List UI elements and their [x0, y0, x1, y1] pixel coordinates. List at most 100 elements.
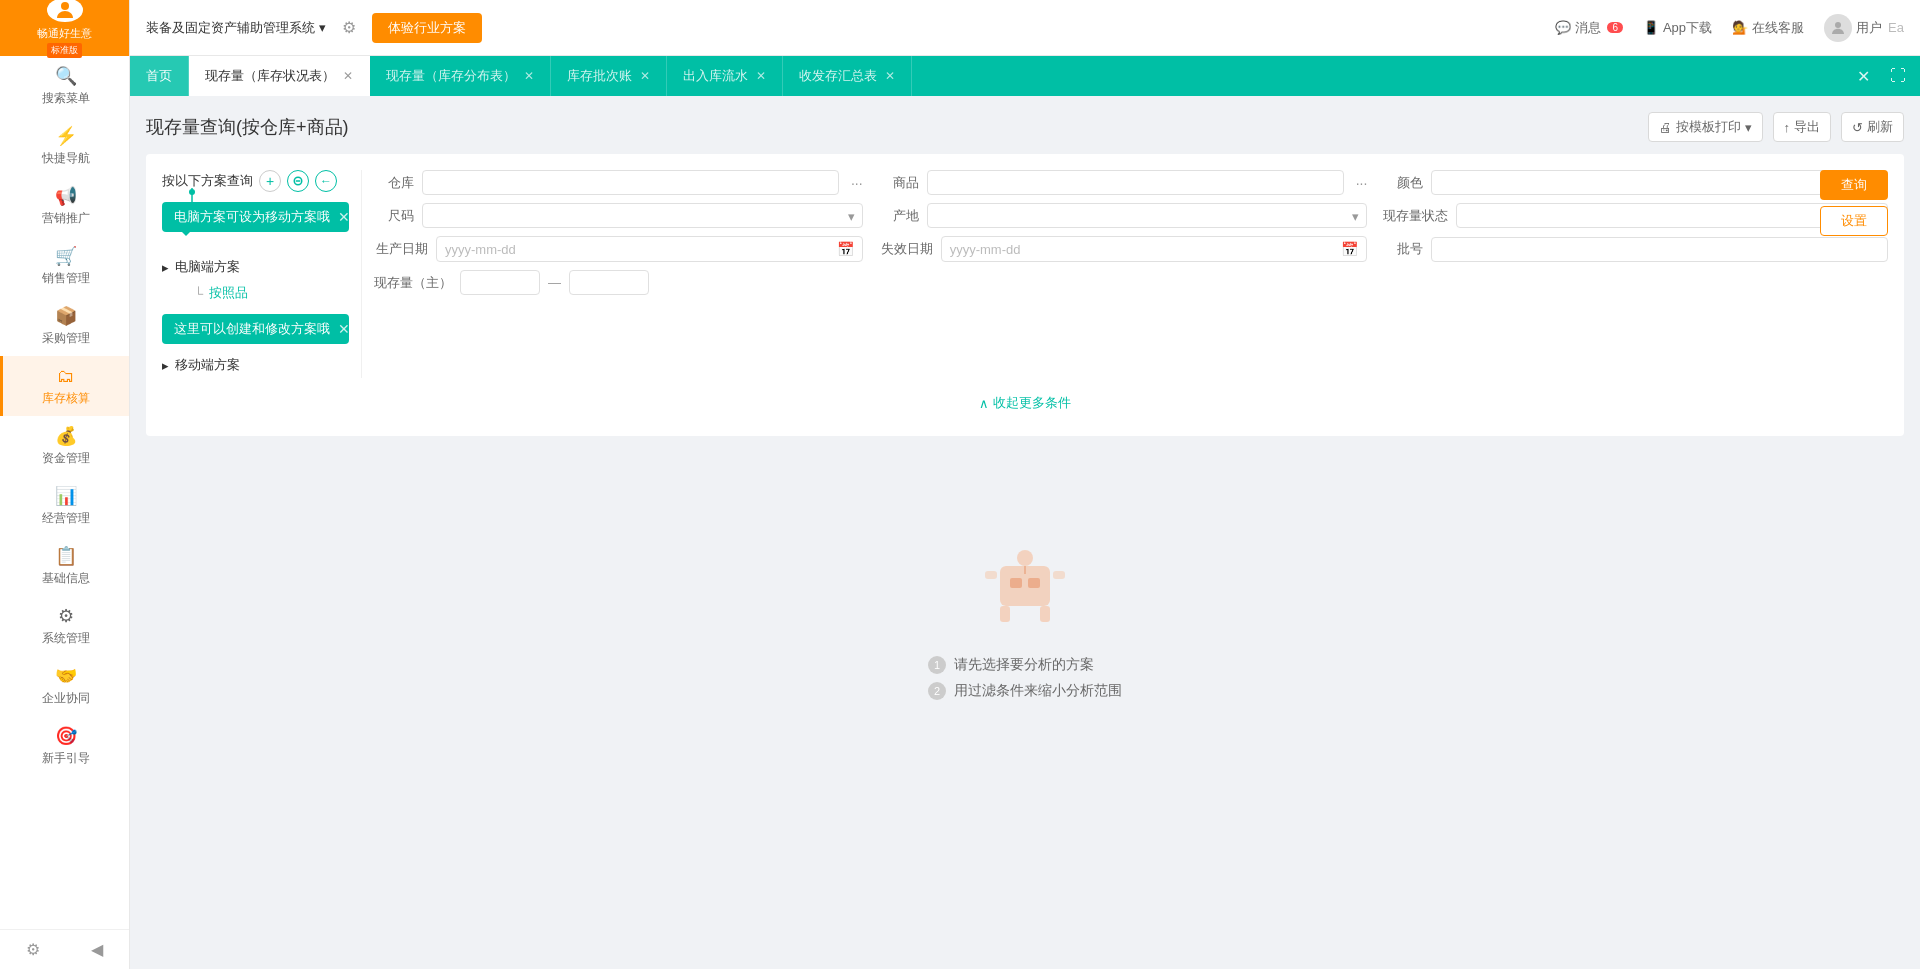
filter-cell-color: 颜色 ▾ — [1383, 170, 1888, 195]
refresh-button[interactable]: ↺ 刷新 — [1841, 112, 1904, 142]
system-icon: ⚙ — [58, 605, 74, 627]
expand-arrow-icon2: ▸ — [162, 358, 169, 373]
search-button[interactable]: 查询 — [1820, 170, 1888, 200]
calendar-icon: 📅 — [837, 241, 854, 257]
tab-fullscreen-icon[interactable]: ⛶ — [1884, 65, 1912, 87]
app-download-button[interactable]: 📱 App下载 — [1643, 19, 1712, 37]
scheme-item-mobile[interactable]: ▸ 移动端方案 — [162, 352, 349, 378]
collapse-sidebar-icon[interactable]: ◀ — [91, 940, 103, 959]
tab-label: 现存量（库存分布表） — [386, 67, 516, 85]
tab-batch-account[interactable]: 库存批次账 ✕ — [551, 56, 667, 96]
message-button[interactable]: 💬 消息 6 — [1555, 19, 1623, 37]
size-select[interactable] — [422, 203, 863, 228]
svg-rect-10 — [1040, 606, 1050, 622]
tab-home[interactable]: 首页 — [130, 56, 189, 96]
inventory-main-from[interactable] — [460, 270, 540, 295]
tab-close-icon[interactable]: ✕ — [885, 69, 895, 83]
warehouse-input[interactable] — [422, 170, 839, 195]
sidebar-label: 系统管理 — [42, 630, 90, 647]
expiry-date-picker[interactable]: yyyy-mm-dd 📅 — [941, 236, 1368, 262]
online-service-button[interactable]: 💁 在线客服 — [1732, 19, 1804, 37]
edit-scheme-button[interactable] — [287, 170, 309, 192]
tab-close-icon[interactable]: ✕ — [640, 69, 650, 83]
tab-receive-summary[interactable]: 收发存汇总表 ✕ — [783, 56, 912, 96]
settings-icon[interactable]: ⚙ — [26, 940, 40, 959]
filter-row-4: 现存量（主） — — [374, 270, 1888, 295]
sidebar-item-quick-nav[interactable]: ⚡ 快捷导航 — [0, 116, 129, 176]
sidebar-item-base-info[interactable]: 📋 基础信息 — [0, 536, 129, 596]
sidebar-item-guide[interactable]: 🎯 新手引导 — [0, 716, 129, 776]
collapse-icon: ∧ — [979, 396, 989, 411]
user-area[interactable]: 用户 Ea — [1824, 14, 1904, 42]
tab-inventory-status[interactable]: 现存量（库存状况表） ✕ — [189, 56, 370, 96]
filter-cell-batch: 批号 — [1383, 236, 1888, 262]
print-label: 按模板打印 — [1676, 118, 1741, 136]
system-title-select[interactable]: 装备及固定资产辅助管理系统 ▾ — [146, 19, 326, 37]
production-date-picker[interactable]: yyyy-mm-dd 📅 — [436, 236, 863, 262]
tab-label: 库存批次账 — [567, 67, 632, 85]
sidebar-item-search-menu[interactable]: 🔍 搜索菜单 — [0, 56, 129, 116]
quick-nav-icon: ⚡ — [55, 125, 77, 147]
tab-label: 出入库流水 — [683, 67, 748, 85]
production-date-label: 生产日期 — [374, 240, 428, 258]
sidebar-label: 营销推广 — [42, 210, 90, 227]
scheme-item-product[interactable]: └ 按照品 — [162, 280, 349, 306]
calendar-icon2: 📅 — [1341, 241, 1358, 257]
svg-point-5 — [189, 189, 195, 195]
scheme-tooltip-close[interactable]: ✕ — [338, 209, 350, 225]
tab-close-all-icon[interactable]: ✕ — [1851, 65, 1876, 88]
main-area: 装备及固定资产辅助管理系统 ▾ ⚙ 体验行业方案 💬 消息 6 📱 App下载 … — [130, 0, 1920, 969]
sidebar-item-enterprise[interactable]: 🤝 企业协同 — [0, 656, 129, 716]
scheme-item-pc[interactable]: ▸ 电脑端方案 — [162, 254, 349, 280]
tab-inout-flow[interactable]: 出入库流水 ✕ — [667, 56, 783, 96]
edit-tooltip-close[interactable]: ✕ — [338, 321, 350, 337]
reset-button[interactable]: 设置 — [1820, 206, 1888, 236]
export-button[interactable]: ↑ 导出 — [1773, 112, 1832, 142]
sidebar-item-sales[interactable]: 🛒 销售管理 — [0, 236, 129, 296]
sidebar-item-marketing[interactable]: 📢 营销推广 — [0, 176, 129, 236]
inventory-main-to[interactable] — [569, 270, 649, 295]
message-badge: 6 — [1607, 22, 1623, 33]
print-icon: 🖨 — [1659, 120, 1672, 135]
tab-close-icon[interactable]: ✕ — [756, 69, 766, 83]
empty-tip-1: 1 请先选择要分析的方案 — [928, 656, 1122, 674]
tip-text-2: 用过滤条件来缩小分析范围 — [954, 682, 1122, 700]
product-dots-icon[interactable]: ··· — [1356, 175, 1368, 191]
tab-close-icon[interactable]: ✕ — [343, 69, 353, 83]
warehouse-dots-icon[interactable]: ··· — [851, 175, 863, 191]
filter-cell-production-date: 生产日期 yyyy-mm-dd 📅 — [374, 236, 879, 262]
origin-select[interactable] — [927, 203, 1368, 228]
service-icon: 💁 — [1732, 20, 1748, 35]
sidebar-item-system[interactable]: ⚙ 系统管理 — [0, 596, 129, 656]
add-scheme-button[interactable]: + — [259, 170, 281, 192]
collapse-button[interactable]: ∧ 收起更多条件 — [979, 394, 1071, 412]
filter-cell-origin: 产地 ▾ — [879, 203, 1384, 228]
empty-tips: 1 请先选择要分析的方案 2 用过滤条件来缩小分析范围 — [928, 656, 1122, 700]
page-header: 现存量查询(按仓库+商品) 🖨 按模板打印 ▾ ↑ 导出 ↺ 刷新 — [146, 112, 1904, 142]
color-label: 颜色 — [1383, 174, 1423, 192]
system-title: 装备及固定资产辅助管理系统 — [146, 19, 315, 37]
sidebar-item-finance[interactable]: 💰 资金管理 — [0, 416, 129, 476]
sidebar-label: 库存核算 — [42, 390, 90, 407]
user-name: 用户 — [1856, 19, 1882, 37]
batch-input[interactable] — [1431, 237, 1888, 262]
tab-inventory-dist[interactable]: 现存量（库存分布表） ✕ — [370, 56, 551, 96]
sidebar-label: 基础信息 — [42, 570, 90, 587]
expand-arrow-icon: ▸ — [162, 260, 169, 275]
print-button[interactable]: 🖨 按模板打印 ▾ — [1648, 112, 1763, 142]
tab-label: 现存量（库存状况表） — [205, 67, 335, 85]
settings-button[interactable]: ⚙ — [338, 14, 360, 41]
sidebar-label: 采购管理 — [42, 330, 90, 347]
sidebar-item-inventory[interactable]: 🗂 库存核算 — [0, 356, 129, 416]
sidebar-item-purchase[interactable]: 📦 采购管理 — [0, 296, 129, 356]
plan-button[interactable]: 体验行业方案 — [372, 13, 482, 43]
topbar-right: 💬 消息 6 📱 App下载 💁 在线客服 用户 Ea — [1555, 14, 1904, 42]
sidebar-item-operations[interactable]: 📊 经营管理 — [0, 476, 129, 536]
svg-rect-12 — [1053, 571, 1065, 579]
tabbar: 首页 现存量（库存状况表） ✕ 现存量（库存分布表） ✕ 库存批次账 ✕ 出入库… — [130, 56, 1920, 96]
sidebar-label: 企业协同 — [42, 690, 90, 707]
scheme-tooltip-container: 电脑方案可设为移动方案哦 ✕ — [162, 202, 349, 232]
product-input[interactable] — [927, 170, 1344, 195]
tab-close-icon[interactable]: ✕ — [524, 69, 534, 83]
back-scheme-button[interactable]: ← — [315, 170, 337, 192]
